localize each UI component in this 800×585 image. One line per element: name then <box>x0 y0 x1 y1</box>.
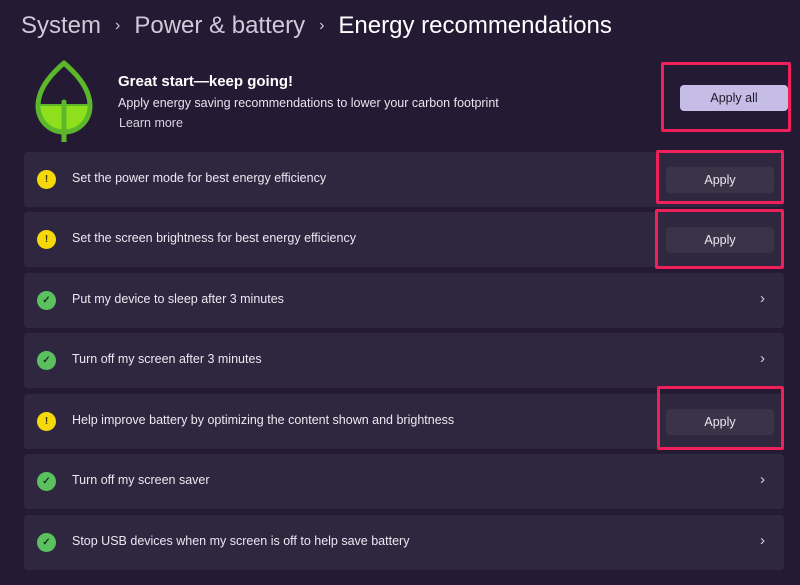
checkmark-icon: ✓ <box>37 472 56 491</box>
recommendation-label: Help improve battery by optimizing the c… <box>72 413 455 427</box>
checkmark-icon: ✓ <box>37 291 56 310</box>
recommendation-row[interactable]: ✓ Turn off my screen after 3 minutes › <box>24 333 784 388</box>
recommendation-label: Put my device to sleep after 3 minutes <box>72 292 284 306</box>
recommendation-row[interactable]: ✓ Put my device to sleep after 3 minutes › <box>24 273 784 328</box>
apply-button[interactable]: Apply <box>666 167 774 193</box>
chevron-right-icon[interactable]: › <box>760 290 765 307</box>
apply-all-button[interactable]: Apply all <box>680 85 788 111</box>
recommendation-row: ! Set the power mode for best energy effi… <box>24 152 784 207</box>
recommendation-label: Set the power mode for best energy effic… <box>72 171 327 185</box>
chevron-right-icon[interactable]: › <box>760 350 765 367</box>
chevron-right-icon: › <box>319 17 325 34</box>
breadcrumb-system[interactable]: System <box>21 12 101 40</box>
recommendation-label: Stop USB devices when my screen is off t… <box>72 534 410 548</box>
recommendation-label: Set the screen brightness for best energ… <box>72 231 356 245</box>
checkmark-icon: ✓ <box>37 533 56 552</box>
breadcrumb: System › Power & battery › Energy recomm… <box>21 12 612 40</box>
recommendation-header: Great start—keep going! Apply energy sav… <box>24 58 788 142</box>
hero-title: Great start—keep going! <box>118 73 294 90</box>
warning-icon: ! <box>37 412 56 431</box>
leaf-icon <box>35 60 93 142</box>
hero-subtitle: Apply energy saving recommendations to l… <box>118 96 499 110</box>
recommendation-row[interactable]: ✓ Stop USB devices when my screen is off … <box>24 515 784 570</box>
recommendation-label: Turn off my screen after 3 minutes <box>72 352 262 366</box>
chevron-right-icon[interactable]: › <box>760 532 765 549</box>
recommendation-row: ! Help improve battery by optimizing the … <box>24 394 784 449</box>
warning-icon: ! <box>37 230 56 249</box>
checkmark-icon: ✓ <box>37 351 56 370</box>
recommendation-row[interactable]: ✓ Turn off my screen saver › <box>24 454 784 509</box>
chevron-right-icon[interactable]: › <box>760 471 765 488</box>
warning-icon: ! <box>37 170 56 189</box>
recommendation-label: Turn off my screen saver <box>72 473 210 487</box>
chevron-right-icon: › <box>115 17 121 34</box>
recommendation-row: ! Set the screen brightness for best ener… <box>24 212 784 267</box>
apply-button[interactable]: Apply <box>666 409 774 435</box>
learn-more-link[interactable]: Learn more <box>119 116 183 130</box>
breadcrumb-power-battery[interactable]: Power & battery <box>134 12 305 40</box>
page-title: Energy recommendations <box>338 12 612 39</box>
apply-button[interactable]: Apply <box>666 227 774 253</box>
